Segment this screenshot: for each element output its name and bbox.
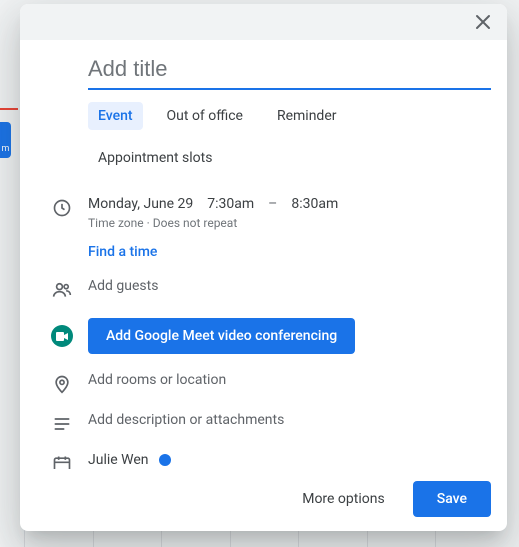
add-description-field[interactable]: Add description or attachments [88, 412, 491, 428]
calendar-color-dot[interactable] [159, 454, 171, 466]
add-google-meet-button[interactable]: Add Google Meet video conferencing [88, 318, 355, 354]
more-options-button[interactable]: More options [292, 483, 395, 515]
calendar-owner-name[interactable]: Julie Wen [88, 452, 149, 468]
event-date[interactable]: Monday, June 29 [88, 196, 193, 212]
people-icon [52, 280, 72, 300]
close-icon [475, 14, 491, 30]
calendar-icon [52, 454, 72, 469]
find-a-time-link[interactable]: Find a time [88, 244, 491, 260]
background-event-block: m [0, 122, 11, 158]
event-create-dialog: Event Out of office Reminder Appointment… [20, 4, 507, 531]
close-button[interactable] [471, 10, 495, 34]
tab-event[interactable]: Event [88, 102, 143, 130]
tab-appointment-slots[interactable]: Appointment slots [88, 144, 222, 172]
add-location-field[interactable]: Add rooms or location [88, 372, 491, 388]
description-icon [52, 414, 72, 434]
title-input[interactable] [88, 52, 491, 90]
event-end-time[interactable]: 8:30am [291, 196, 338, 212]
tab-out-of-office[interactable]: Out of office [157, 102, 253, 130]
location-icon [52, 374, 72, 394]
tab-reminder[interactable]: Reminder [267, 102, 347, 130]
timezone-link[interactable]: Time zone [88, 216, 144, 230]
time-separator: – [268, 196, 277, 212]
now-indicator [0, 108, 18, 110]
event-start-time[interactable]: 7:30am [207, 196, 254, 212]
google-meet-icon [51, 325, 73, 347]
clock-icon [52, 198, 72, 218]
event-type-tabs: Event Out of office Reminder Appointment… [36, 102, 491, 172]
add-guests-field[interactable]: Add guests [88, 278, 491, 294]
recurrence-link[interactable]: Does not repeat [153, 216, 238, 230]
save-button[interactable]: Save [413, 481, 491, 517]
